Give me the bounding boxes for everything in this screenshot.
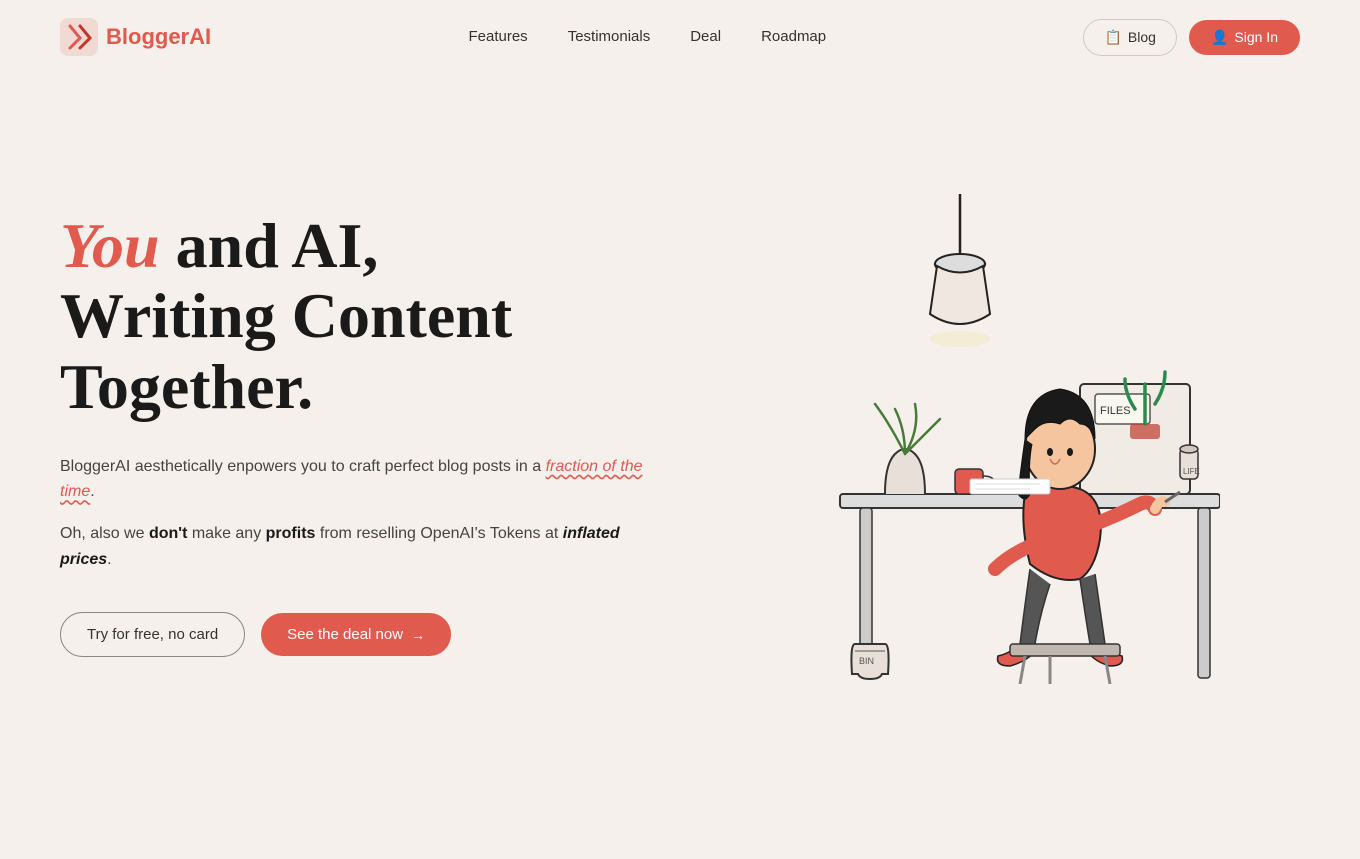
desk-illustration: FILES LIFE — [740, 184, 1220, 684]
nav-features[interactable]: Features — [468, 28, 527, 45]
svg-text:FILES: FILES — [1100, 405, 1131, 417]
hero-description-1: BloggerAI aesthetically enpowers you to … — [60, 454, 660, 505]
navbar: BloggerAI Features Testimonials Deal Roa… — [0, 0, 1360, 74]
hero-title-rest: and AI, — [160, 210, 379, 281]
deal-arrow-icon: → — [411, 627, 425, 643]
nav-testimonials[interactable]: Testimonials — [568, 28, 651, 45]
desc2-dont: don't — [149, 525, 187, 542]
svg-text:BIN: BIN — [859, 656, 874, 666]
hero-title-line2: Writing Content — [60, 280, 512, 351]
see-deal-button[interactable]: See the deal now → — [261, 613, 451, 656]
try-free-button[interactable]: Try for free, no card — [60, 612, 245, 657]
desc1-after: . — [90, 483, 94, 500]
logo-text: BloggerAI — [106, 24, 211, 50]
hero-title-line3: Together. — [60, 351, 313, 422]
desc2-end: . — [107, 551, 111, 568]
desc2-profits: profits — [266, 525, 316, 542]
nav-actions: 📋 Blog 👤 Sign In — [1083, 19, 1300, 56]
desc2-mid: make any — [187, 525, 265, 542]
logo[interactable]: BloggerAI — [60, 18, 211, 56]
hero-section: You and AI, Writing Content Together. Bl… — [0, 74, 1360, 774]
desc2-before: Oh, also we — [60, 525, 149, 542]
nav-links: Features Testimonials Deal Roadmap — [468, 28, 826, 46]
hero-description-2: Oh, also we don't make any profits from … — [60, 521, 660, 572]
deal-label: See the deal now — [287, 626, 403, 643]
signin-button[interactable]: 👤 Sign In — [1189, 20, 1300, 55]
hero-title-you: You — [60, 210, 160, 281]
signin-icon: 👤 — [1211, 29, 1228, 46]
desc1-before: BloggerAI aesthetically enpowers you to … — [60, 458, 546, 475]
blog-button[interactable]: 📋 Blog — [1083, 19, 1176, 56]
hero-buttons: Try for free, no card See the deal now → — [60, 612, 660, 657]
nav-roadmap[interactable]: Roadmap — [761, 28, 826, 45]
logo-icon — [60, 18, 98, 56]
desc2-after: from reselling OpenAI's Tokens at — [315, 525, 562, 542]
hero-illustration: FILES LIFE — [660, 184, 1300, 684]
nav-deal[interactable]: Deal — [690, 28, 721, 45]
hero-content: You and AI, Writing Content Together. Bl… — [60, 211, 660, 658]
blog-icon: 📋 — [1104, 29, 1121, 46]
hero-title: You and AI, Writing Content Together. — [60, 211, 660, 422]
svg-text:LIFE: LIFE — [1183, 467, 1200, 476]
